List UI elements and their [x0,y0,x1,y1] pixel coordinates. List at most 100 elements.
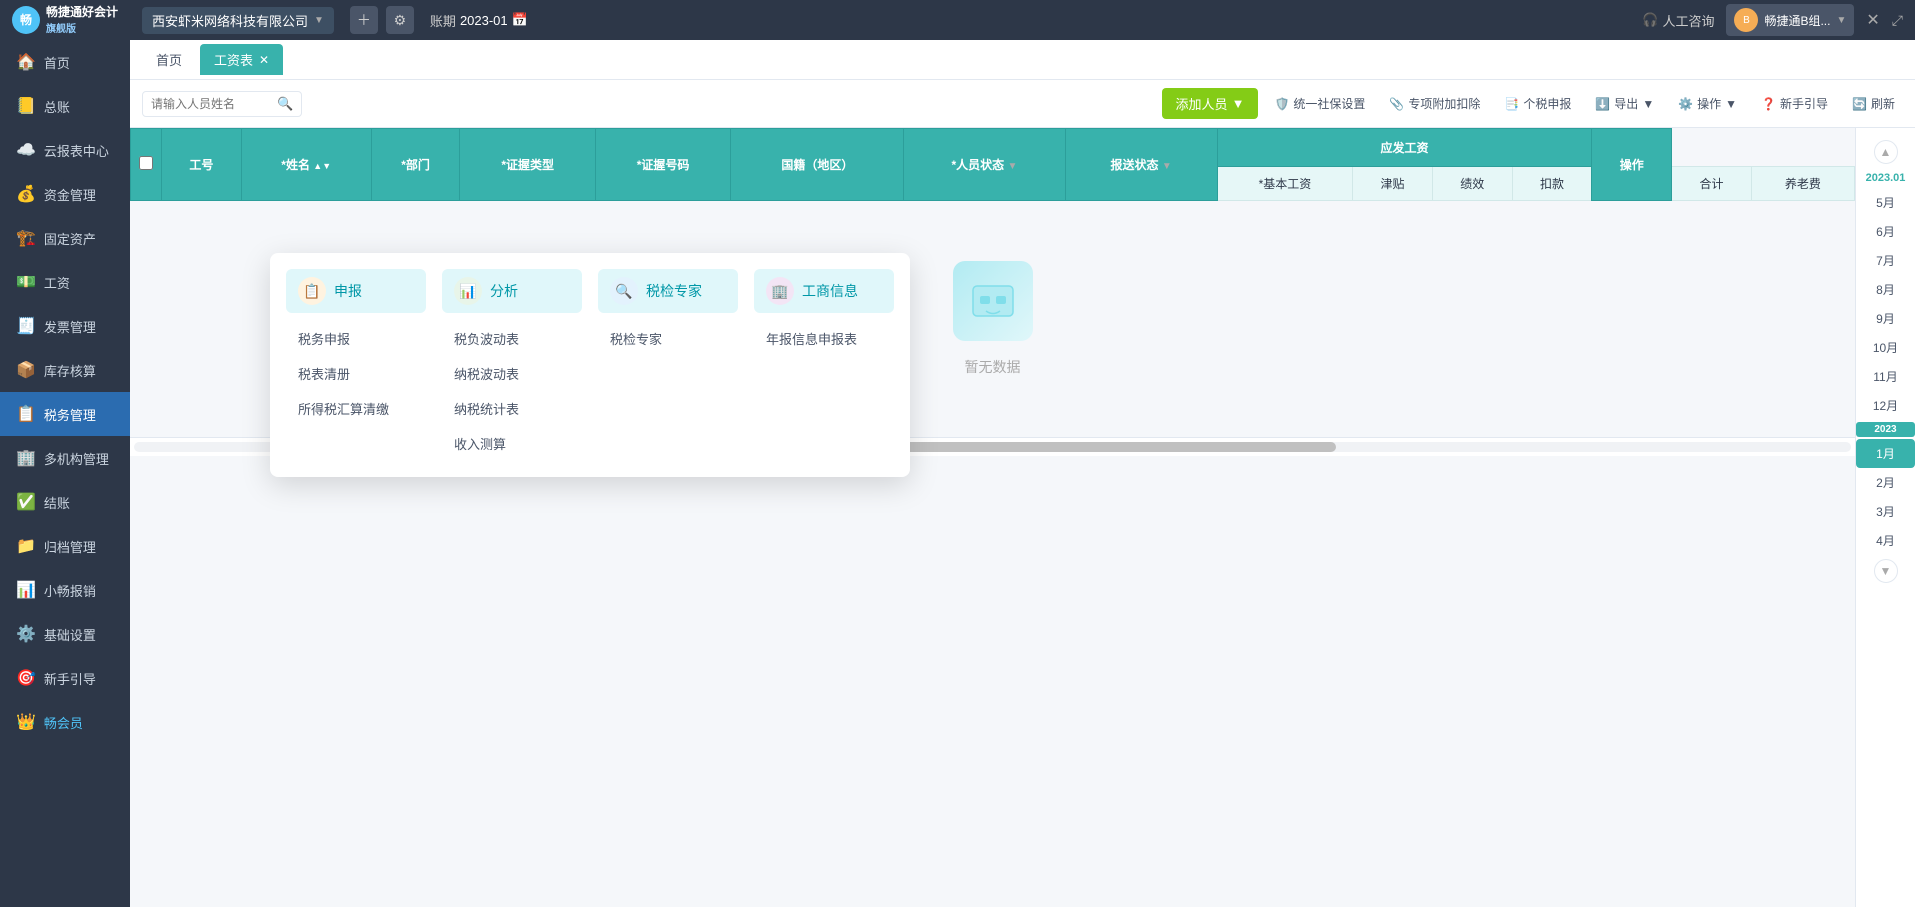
timeline-month-3[interactable]: 3月 [1856,497,1915,526]
table-header-id-type: *证握类型 [460,129,595,201]
refresh-button[interactable]: 🔄 刷新 [1844,91,1903,116]
sidebar-item-cloud[interactable]: ☁️ 云报表中心 [0,128,130,172]
timeline-month-8[interactable]: 8月 [1856,275,1915,304]
menu-tax-settlement[interactable]: 所得税汇算清缴 [286,391,426,426]
sidebar-item-home[interactable]: 🏠 首页 [0,40,130,84]
add-person-button[interactable]: 添加人员 ▼ [1162,88,1259,119]
sidebar-item-settle[interactable]: ✅ 结账 [0,480,130,524]
ledger-icon: 📒 [16,96,36,116]
guide-button[interactable]: ❓ 新手引导 [1753,91,1836,116]
dropdown-grid: 📋 申报 税务申报 税表清册 所得税汇算清缴 📊 分析 税负波动表 [286,269,894,461]
table-header-salary: 应发工资 [1217,129,1592,167]
export-label: 导出 [1614,95,1638,112]
timeline-current-year: 2023 [1856,422,1915,437]
expert-title: 税检专家 [646,281,702,301]
member-icon: 👑 [16,712,36,732]
search-wrap[interactable]: 🔍 [142,91,302,117]
stock-icon: 📦 [16,360,36,380]
sidebar-item-tax[interactable]: 📋 税务管理 [0,392,130,436]
sidebar-item-guide[interactable]: 🎯 新手引导 [0,656,130,700]
operation-label: 操作 [1697,95,1721,112]
table-checkbox-header[interactable] [131,129,162,201]
close-icon[interactable]: ✕ [1866,10,1879,30]
timeline-month-10[interactable]: 10月 [1856,333,1915,362]
expert-icon: 🔍 [610,277,638,305]
business-icon: 🏢 [766,277,794,305]
sidebar-item-archive[interactable]: 📁 归档管理 [0,524,130,568]
special-deduction-button[interactable]: 📎 专项附加扣除 [1381,91,1488,116]
declaration-title: 申报 [334,281,362,301]
analysis-title: 分析 [490,281,518,301]
dropdown-col-analysis: 📊 分析 税负波动表 纳税波动表 纳税统计表 收入测算 [442,269,582,461]
personal-tax-icon: 📑 [1504,97,1519,111]
dropdown-col-expert: 🔍 税检专家 税检专家 [598,269,738,461]
timeline-month-12[interactable]: 12月 [1856,391,1915,420]
add-company-button[interactable]: ＋ [350,6,378,34]
social-security-icon: 🛡️ [1274,97,1289,111]
table-header-status: *人员状态 ▼ [904,129,1065,201]
sidebar-item-multi[interactable]: 🏢 多机构管理 [0,436,130,480]
export-button[interactable]: ⬇️ 导出 ▼ [1587,91,1662,116]
timeline-month-11[interactable]: 11月 [1856,362,1915,391]
timeline-month-9[interactable]: 9月 [1856,304,1915,333]
search-input[interactable] [151,97,271,111]
tab-home[interactable]: 首页 [142,44,196,75]
calendar-icon[interactable]: 📅 [512,12,528,28]
social-security-button[interactable]: 🛡️ 统一社保设置 [1266,91,1373,116]
menu-tax-payment[interactable]: 纳税波动表 [442,356,582,391]
table-header-subsidy: 津贴 [1353,167,1433,201]
menu-tax-burden[interactable]: 税负波动表 [442,321,582,356]
company-selector[interactable]: 西安虾米网络科技有限公司 ▼ [142,7,334,34]
multi-icon: 🏢 [16,448,36,468]
support-button[interactable]: 🎧 人工咨询 [1642,11,1714,30]
sidebar-item-ledger[interactable]: 📒 总账 [0,84,130,128]
menu-tax-expert[interactable]: 税检专家 [598,321,738,356]
sidebar-label-invoice: 发票管理 [44,317,96,336]
dropdown-col-business: 🏢 工商信息 年报信息申报表 [754,269,894,461]
timeline-down-button[interactable]: ▼ [1874,559,1898,583]
table-header-nationality: 国籍（地区） [731,129,904,201]
timeline-month-1[interactable]: 1月 [1856,439,1915,468]
tab-close-icon[interactable]: ✕ [259,53,269,67]
operation-button[interactable]: ⚙️ 操作 ▼ [1670,91,1745,116]
settings-icon[interactable]: ⚙ [386,6,414,34]
sidebar-item-asset[interactable]: 🏗️ 固定资产 [0,216,130,260]
user-area[interactable]: B 畅捷通B组... ▼ [1726,4,1854,36]
timeline-panel: ▲ 2023.01 5月 6月 7月 8月 9月 10月 11月 12月 202… [1855,128,1915,907]
menu-income-calc[interactable]: 收入测算 [442,426,582,461]
timeline-up-button[interactable]: ▲ [1874,140,1898,164]
timeline-month-6[interactable]: 6月 [1856,217,1915,246]
salary-icon: 💵 [16,272,36,292]
empty-icon [953,261,1033,341]
sidebar-item-salary[interactable]: 💵 工资 [0,260,130,304]
sidebar-item-fund[interactable]: 💰 资金管理 [0,172,130,216]
sidebar-label-fund: 资金管理 [44,185,96,204]
expert-header: 🔍 税检专家 [598,269,738,313]
main-layout: 🏠 首页 📒 总账 ☁️ 云报表中心 💰 资金管理 🏗️ 固定资产 💵 工资 🧾… [0,40,1915,907]
expand-icon[interactable]: ⤢ [1892,12,1903,29]
menu-tax-forms[interactable]: 税表清册 [286,356,426,391]
sidebar-label-guide: 新手引导 [44,669,96,688]
table-header-id: 工号 [162,129,242,201]
sidebar-item-report[interactable]: 📊 小畅报销 [0,568,130,612]
personal-tax-button[interactable]: 📑 个税申报 [1496,91,1579,116]
select-all-checkbox[interactable] [139,156,153,170]
sidebar-item-settings[interactable]: ⚙️ 基础设置 [0,612,130,656]
home-icon: 🏠 [16,52,36,72]
sidebar-item-stock[interactable]: 📦 库存核算 [0,348,130,392]
content-area: 首页 工资表 ✕ 🔍 添加人员 ▼ 🛡️ 统一社保设置 📎 [130,40,1915,907]
menu-annual-report[interactable]: 年报信息申报表 [754,321,894,356]
menu-tax-stats[interactable]: 纳税统计表 [442,391,582,426]
personal-tax-label: 个税申报 [1523,95,1571,112]
tab-salary-table[interactable]: 工资表 ✕ [200,44,283,75]
sidebar-label-tax: 税务管理 [44,405,96,424]
sidebar-item-invoice[interactable]: 🧾 发票管理 [0,304,130,348]
table-header-pension: 养老费 [1751,167,1854,201]
menu-tax-declaration[interactable]: 税务申报 [286,321,426,356]
timeline-month-7[interactable]: 7月 [1856,246,1915,275]
timeline-month-5[interactable]: 5月 [1856,188,1915,217]
table-header-id-num: *证握号码 [595,129,730,201]
timeline-month-2[interactable]: 2月 [1856,468,1915,497]
sidebar-item-member[interactable]: 👑 畅会员 [0,700,130,744]
timeline-month-4[interactable]: 4月 [1856,526,1915,555]
